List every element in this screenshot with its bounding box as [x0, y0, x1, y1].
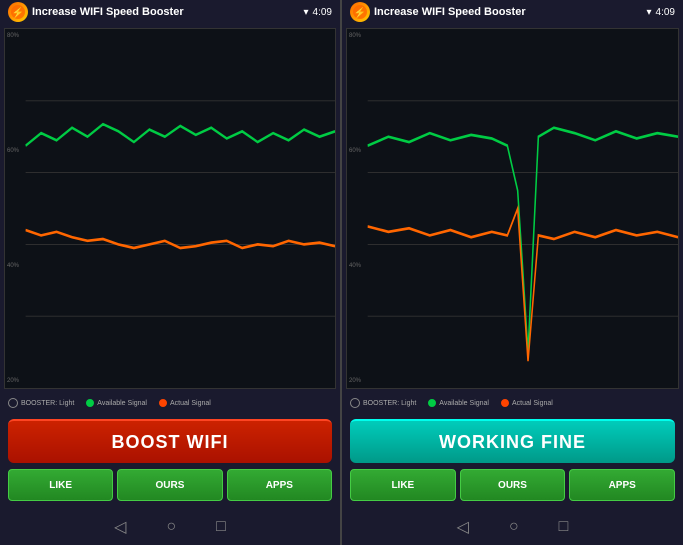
- right-recents-button[interactable]: □: [559, 518, 569, 536]
- left-y-80: 80%: [7, 33, 19, 39]
- left-ours-button[interactable]: OURS: [117, 469, 222, 501]
- right-apps-button[interactable]: APPS: [569, 469, 675, 501]
- left-legend-green: Available Signal: [86, 399, 147, 407]
- left-app-title: Increase WIFI Speed Booster: [32, 6, 184, 18]
- left-legend-red: Actual Signal: [159, 399, 211, 407]
- right-y-labels: 80% 60% 40% 20%: [349, 29, 361, 388]
- screens-container: ⚡ Increase WIFI Speed Booster ▾ 4:09 80%…: [0, 0, 683, 545]
- right-status-bar: ⚡ Increase WIFI Speed Booster ▾ 4:09: [342, 0, 683, 24]
- right-legend-circle-label: BOOSTER: Light: [363, 400, 416, 407]
- right-legend-green-dot: [428, 399, 436, 407]
- left-y-40: 40%: [7, 263, 19, 269]
- right-nav-bar: ◁ ○ □: [342, 509, 683, 545]
- left-legend-green-dot: [86, 399, 94, 407]
- right-screen: ⚡ Increase WIFI Speed Booster ▾ 4:09 80%…: [342, 0, 683, 545]
- left-recents-button[interactable]: □: [216, 518, 226, 536]
- right-legend: BOOSTER: Light Available Signal Actual S…: [342, 393, 683, 413]
- left-wifi-icon: ▾: [304, 7, 309, 18]
- left-back-button[interactable]: ◁: [114, 517, 126, 537]
- right-app-icon: ⚡: [350, 2, 370, 22]
- left-legend-red-dot: [159, 399, 167, 407]
- right-back-button[interactable]: ◁: [457, 517, 469, 537]
- boost-wifi-button[interactable]: BOOST WIFI: [8, 419, 332, 463]
- right-like-button[interactable]: LIKE: [350, 469, 456, 501]
- right-legend-circle: BOOSTER: Light: [350, 398, 416, 408]
- right-wifi-icon: ▾: [647, 7, 652, 18]
- right-ours-button[interactable]: OURS: [460, 469, 566, 501]
- right-bottom-buttons: LIKE OURS APPS: [342, 469, 683, 509]
- working-fine-button[interactable]: WORKING FINE: [350, 419, 675, 463]
- right-status-left: ⚡ Increase WIFI Speed Booster: [350, 2, 526, 22]
- left-y-20: 20%: [7, 378, 19, 384]
- right-y-60: 60%: [349, 148, 361, 154]
- right-legend-green: Available Signal: [428, 399, 489, 407]
- left-nav-bar: ◁ ○ □: [0, 509, 340, 545]
- right-time: 4:09: [656, 7, 675, 18]
- left-like-button[interactable]: LIKE: [8, 469, 113, 501]
- left-legend: BOOSTER: Light Available Signal Actual S…: [0, 393, 340, 413]
- right-y-40: 40%: [349, 263, 361, 269]
- right-status-right: ▾ 4:09: [647, 7, 676, 18]
- right-chart-svg: [347, 29, 678, 388]
- right-y-20: 20%: [349, 378, 361, 384]
- left-home-button[interactable]: ○: [166, 518, 176, 536]
- left-status-bar: ⚡ Increase WIFI Speed Booster ▾ 4:09: [0, 0, 340, 24]
- right-chart-area: 80% 60% 40% 20%: [346, 28, 679, 389]
- left-y-labels: 80% 60% 40% 20%: [7, 29, 19, 388]
- right-legend-green-label: Available Signal: [439, 400, 489, 407]
- left-chart-svg: [5, 29, 335, 388]
- right-app-title: Increase WIFI Speed Booster: [374, 6, 526, 18]
- right-legend-red: Actual Signal: [501, 399, 553, 407]
- left-screen: ⚡ Increase WIFI Speed Booster ▾ 4:09 80%…: [0, 0, 341, 545]
- svg-text:⚡: ⚡: [354, 6, 366, 19]
- left-time: 4:09: [313, 7, 332, 18]
- left-status-right: ▾ 4:09: [304, 7, 333, 18]
- left-apps-button[interactable]: APPS: [227, 469, 332, 501]
- svg-text:⚡: ⚡: [12, 6, 24, 19]
- right-y-80: 80%: [349, 33, 361, 39]
- right-legend-red-dot: [501, 399, 509, 407]
- left-legend-circle-icon: [8, 398, 18, 408]
- left-legend-circle-label: BOOSTER: Light: [21, 400, 74, 407]
- left-y-60: 60%: [7, 148, 19, 154]
- left-legend-green-label: Available Signal: [97, 400, 147, 407]
- left-app-icon: ⚡: [8, 2, 28, 22]
- left-legend-red-label: Actual Signal: [170, 400, 211, 407]
- left-bottom-buttons: LIKE OURS APPS: [0, 469, 340, 509]
- right-legend-circle-icon: [350, 398, 360, 408]
- left-status-left: ⚡ Increase WIFI Speed Booster: [8, 2, 184, 22]
- left-legend-circle: BOOSTER: Light: [8, 398, 74, 408]
- right-legend-red-label: Actual Signal: [512, 400, 553, 407]
- left-chart-area: 80% 60% 40% 20%: [4, 28, 336, 389]
- right-home-button[interactable]: ○: [509, 518, 519, 536]
